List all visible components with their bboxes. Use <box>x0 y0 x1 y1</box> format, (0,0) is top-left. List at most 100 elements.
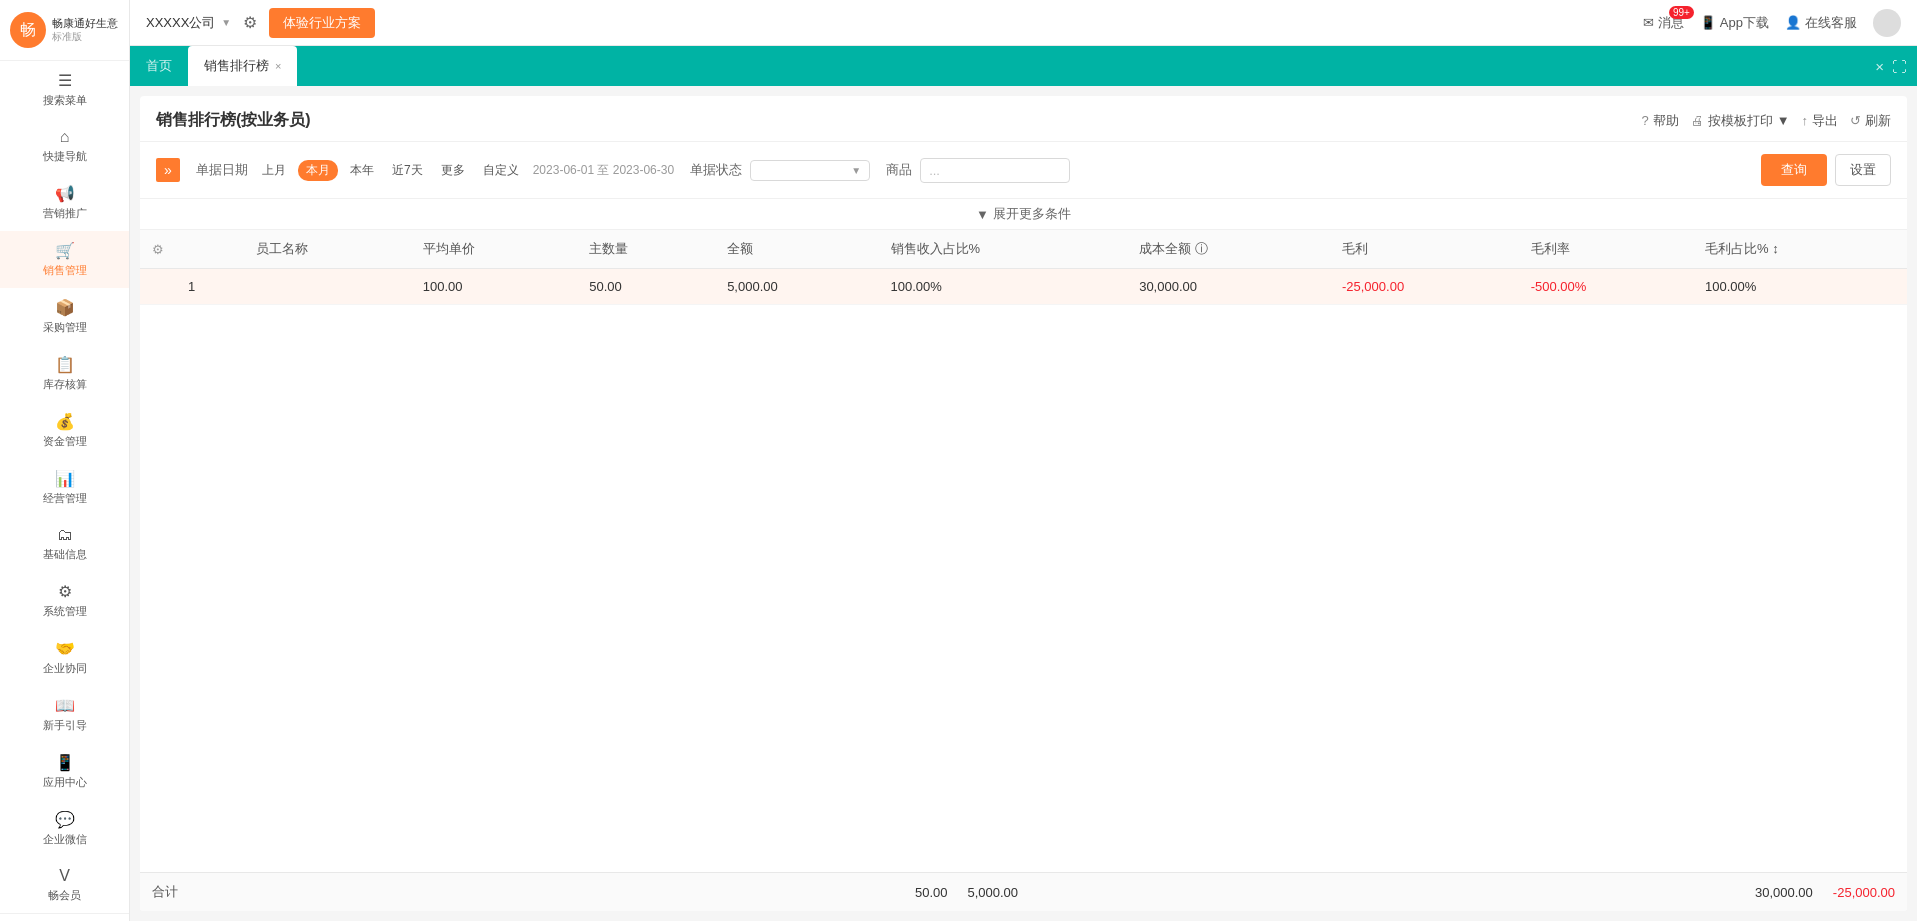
date-btn-custom[interactable]: 自定义 <box>477 160 525 181</box>
marketing-icon: 📢 <box>55 184 75 203</box>
sidebar-label-enterprise: 企业协同 <box>43 661 87 676</box>
table-row: 1 100.00 50.00 5,000.00 100.00% 30,000.0… <box>140 269 1907 305</box>
status-filter-group: 单据状态 ▼ <box>690 160 870 181</box>
sidebar-label-purchase-mgmt: 采购管理 <box>43 320 87 335</box>
tab-home[interactable]: 首页 <box>130 46 188 86</box>
filter-collapse-button[interactable]: » <box>156 158 180 182</box>
footer-amount: 5,000.00 <box>967 885 1018 900</box>
sidebar-item-operations[interactable]: 📊 经营管理 <box>0 459 129 516</box>
date-btn-last-month[interactable]: 上月 <box>256 160 292 181</box>
sidebar-item-wechat[interactable]: 💬 企业微信 <box>0 800 129 857</box>
help-icon: ? <box>1641 113 1648 128</box>
status-filter-label: 单据状态 <box>690 161 742 179</box>
online-service-button[interactable]: 👤 在线客服 <box>1785 14 1857 32</box>
sidebar-item-finance[interactable]: 💰 资金管理 <box>0 402 129 459</box>
col-rank <box>176 230 244 269</box>
filter-bar: » 单据日期 上月 本月 本年 近7天 更多 自定义 2023-06-01 至 … <box>140 142 1907 199</box>
col-sales-pct: 销售收入占比% <box>879 230 1128 269</box>
tab-close-all-icon[interactable]: × <box>1875 58 1884 75</box>
message-badge: 99+ <box>1669 6 1694 19</box>
footer-gross: -25,000.00 <box>1833 885 1895 900</box>
message-icon: ✉ <box>1643 15 1654 30</box>
cell-settings <box>140 269 176 305</box>
sidebar-item-enterprise[interactable]: 🤝 企业协同 <box>0 629 129 686</box>
footer-main-qty: 50.00 <box>915 885 948 900</box>
logo-text: 畅康通好生意 <box>52 16 118 30</box>
tab-close-icon[interactable]: × <box>275 60 281 72</box>
help-button[interactable]: ? 帮助 <box>1641 112 1678 130</box>
app-download-icon: 📱 <box>1700 15 1716 30</box>
date-range-display: 2023-06-01 至 2023-06-30 <box>533 162 674 179</box>
logo-icon: 畅 <box>10 12 46 48</box>
export-button[interactable]: ↑ 导出 <box>1802 112 1839 130</box>
sidebar-label-guide: 新手引导 <box>43 718 87 733</box>
expand-conditions-label: 展开更多条件 <box>993 205 1071 223</box>
tab-sales-rank-label: 销售排行榜 <box>204 57 269 75</box>
operations-icon: 📊 <box>55 469 75 488</box>
sidebar-bottom: ⚙ ◀ <box>0 913 129 921</box>
sidebar-label-basic-info: 基础信息 <box>43 547 87 562</box>
company-dropdown-arrow: ▼ <box>221 17 231 28</box>
sidebar: 畅 畅康通好生意 标准版 ☰ 搜索菜单 ⌂ 快捷导航 📢 营销推广 🛒 销售管理… <box>0 0 130 921</box>
refresh-label: 刷新 <box>1865 112 1891 130</box>
sidebar-label-member: 畅会员 <box>48 888 81 903</box>
sidebar-label-operations: 经营管理 <box>43 491 87 506</box>
inventory-icon: 📋 <box>55 355 75 374</box>
status-filter-select[interactable]: ▼ <box>750 160 870 181</box>
sidebar-item-marketing[interactable]: 📢 营销推广 <box>0 174 129 231</box>
query-button[interactable]: 查询 <box>1761 154 1827 186</box>
refresh-button[interactable]: ↺ 刷新 <box>1850 112 1891 130</box>
goods-filter-input[interactable]: ... <box>920 158 1070 183</box>
message-button[interactable]: ✉ 消息 99+ <box>1643 14 1684 32</box>
goods-filter-label: 商品 <box>886 161 912 179</box>
date-filter-label: 单据日期 <box>196 161 248 179</box>
cell-gross: -25,000.00 <box>1330 269 1519 305</box>
col-settings[interactable]: ⚙ <box>140 230 176 269</box>
goods-filter-group: 商品 ... <box>886 158 1070 183</box>
cell-gross-rate: -500.00% <box>1519 269 1693 305</box>
cell-amount: 5,000.00 <box>715 269 878 305</box>
expand-conditions-button[interactable]: ▼ 展开更多条件 <box>976 205 1071 223</box>
wechat-icon: 💬 <box>55 810 75 829</box>
tab-home-label: 首页 <box>146 57 172 75</box>
search-order-icon: ☰ <box>58 71 72 90</box>
sidebar-item-inventory[interactable]: 📋 库存核算 <box>0 345 129 402</box>
sidebar-label-inventory: 库存核算 <box>43 377 87 392</box>
company-selector[interactable]: XXXXX公司 ▼ <box>146 14 231 32</box>
filter-settings-button[interactable]: 设置 <box>1835 154 1891 186</box>
sidebar-item-basic-info[interactable]: 🗂 基础信息 <box>0 516 129 572</box>
content-panel: 销售排行榜(按业务员) ? 帮助 🖨 按模板打印 ▼ ↑ 导出 <box>140 96 1907 911</box>
tabbar-right: × ⛶ <box>1875 58 1917 75</box>
trial-button[interactable]: 体验行业方案 <box>269 8 375 38</box>
tab-sales-rank[interactable]: 销售排行榜 × <box>188 46 297 86</box>
topbar-settings-icon[interactable]: ⚙ <box>243 13 257 32</box>
app-download-button[interactable]: 📱 App下载 <box>1700 14 1769 32</box>
main-content: XXXXX公司 ▼ ⚙ 体验行业方案 ✉ 消息 99+ 📱 App下载 👤 在线… <box>130 0 1917 921</box>
purchase-mgmt-icon: 📦 <box>55 298 75 317</box>
page-title: 销售排行榜(按业务员) <box>156 110 311 131</box>
sidebar-item-purchase-mgmt[interactable]: 📦 采购管理 <box>0 288 129 345</box>
sidebar-item-guide[interactable]: 📖 新手引导 <box>0 686 129 743</box>
refresh-icon: ↺ <box>1850 113 1861 128</box>
cell-sales-pct: 100.00% <box>879 269 1128 305</box>
date-btn-7days[interactable]: 近7天 <box>386 160 429 181</box>
sidebar-item-sales-mgmt[interactable]: 🛒 销售管理 <box>0 231 129 288</box>
date-btn-this-year[interactable]: 本年 <box>344 160 380 181</box>
help-label: 帮助 <box>1653 112 1679 130</box>
goods-input-placeholder: ... <box>929 163 1061 178</box>
footer-cost: 30,000.00 <box>1755 885 1813 900</box>
col-main-qty: 主数量 <box>577 230 715 269</box>
topbar: XXXXX公司 ▼ ⚙ 体验行业方案 ✉ 消息 99+ 📱 App下载 👤 在线… <box>130 0 1917 46</box>
print-button[interactable]: 🖨 按模板打印 ▼ <box>1691 112 1790 130</box>
sidebar-item-app-center[interactable]: 📱 应用中心 <box>0 743 129 800</box>
sidebar-item-search-order[interactable]: ☰ 搜索菜单 <box>0 61 129 118</box>
sidebar-item-quick-nav[interactable]: ⌂ 快捷导航 <box>0 118 129 174</box>
cell-rank: 1 <box>176 269 244 305</box>
tab-expand-icon[interactable]: ⛶ <box>1892 58 1907 75</box>
user-avatar[interactable] <box>1873 9 1901 37</box>
date-btn-more[interactable]: 更多 <box>435 160 471 181</box>
col-gross: 毛利 <box>1330 230 1519 269</box>
date-btn-this-month[interactable]: 本月 <box>298 160 338 181</box>
sidebar-item-member[interactable]: V 畅会员 <box>0 857 129 913</box>
sidebar-item-system[interactable]: ⚙ 系统管理 <box>0 572 129 629</box>
